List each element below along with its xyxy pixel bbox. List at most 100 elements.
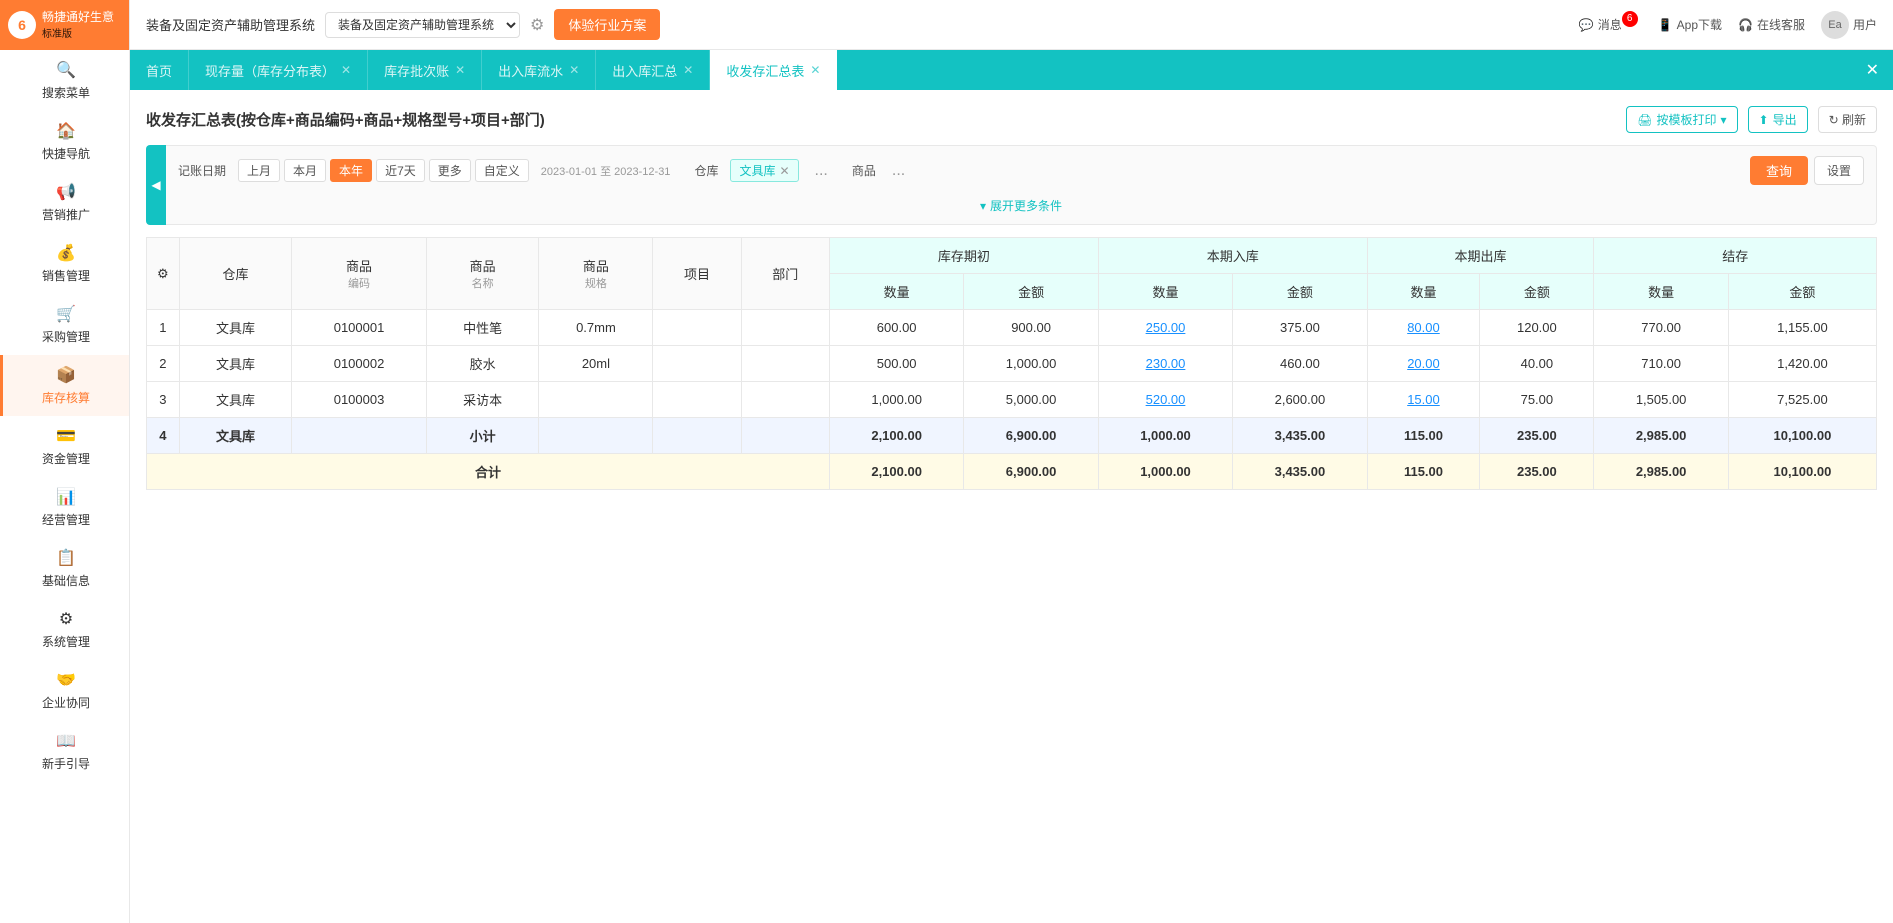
query-btn[interactable]: 查询: [1750, 156, 1808, 185]
row-in-amt: 2,600.00: [1233, 382, 1367, 418]
filter-row-1: 记账日期 上月 本月 本年 近7天 更多 自定义 2023-01-01 至 20…: [178, 156, 1864, 185]
filter-settings-btn[interactable]: 设置: [1814, 156, 1864, 185]
headset-icon: 🎧: [1738, 18, 1753, 32]
row-out-qty[interactable]: 80.00: [1367, 310, 1480, 346]
data-table: ⚙ 仓库 商品编码 商品名称 商品规格 项目 部门 库存期初 本期入库 本期出库…: [146, 237, 1877, 490]
sidebar-item-label-sales: 销售管理: [42, 267, 90, 284]
tab-close-btn-2[interactable]: ✕: [455, 63, 465, 77]
row-in-qty[interactable]: 520.00: [1098, 382, 1232, 418]
settings-icon[interactable]: ⚙: [530, 15, 544, 35]
project-col-header: 项目: [653, 238, 741, 310]
row-project: [653, 418, 741, 454]
refresh-icon: ↻: [1829, 113, 1839, 127]
settings-col-header[interactable]: ⚙: [147, 238, 180, 310]
marketing-icon: 📢: [56, 182, 76, 202]
row-out-qty[interactable]: 115.00: [1367, 418, 1480, 454]
tab-close-btn-1[interactable]: ✕: [341, 63, 351, 77]
footer-opening-amt: 6,900.00: [964, 454, 1098, 490]
close-all-tabs-btn[interactable]: ✕: [1852, 60, 1893, 80]
sidebar-item-basic[interactable]: 📋 基础信息: [0, 538, 129, 599]
sidebar-item-system[interactable]: ⚙ 系统管理: [0, 599, 129, 660]
warehouse-label: 仓库: [694, 162, 718, 179]
tabs-container: 首页现存量（库存分布表）✕库存批次账✕出入库流水✕出入库汇总✕收发存汇总表✕: [130, 50, 837, 90]
warehouse-tag-close-btn[interactable]: ✕: [779, 164, 789, 178]
tab-3[interactable]: 出入库流水✕: [482, 50, 596, 90]
filter-collapse-btn[interactable]: ◀: [146, 145, 166, 225]
refresh-btn[interactable]: ↻ 刷新: [1818, 106, 1877, 133]
export-btn[interactable]: ⬆ 导出: [1748, 106, 1808, 133]
app-download-item[interactable]: 📱 App下载: [1658, 16, 1722, 33]
online-service-item[interactable]: 🎧 在线客服: [1738, 16, 1805, 33]
row-dept: [741, 310, 829, 346]
system-title: 装备及固定资产辅助管理系统: [146, 15, 315, 34]
row-balance-qty: 710.00: [1594, 346, 1728, 382]
sidebar-item-purchase[interactable]: 🛒 采购管理: [0, 294, 129, 355]
sidebar-item-marketing[interactable]: 📢 营销推广: [0, 172, 129, 233]
sidebar-item-guide[interactable]: 📖 新手引导: [0, 721, 129, 782]
sidebar-item-label-finance: 资金管理: [42, 450, 90, 467]
date-range-display: 2023-01-01 至 2023-12-31: [541, 163, 671, 179]
warehouse-tag: 文具库 ✕: [730, 159, 798, 182]
row-goods-code: 0100001: [292, 310, 426, 346]
date-btn-more[interactable]: 更多: [429, 159, 471, 182]
sales-icon: 💰: [56, 243, 76, 263]
date-btn-custom[interactable]: 自定义: [475, 159, 529, 182]
expand-filter-btn[interactable]: ▾ 展开更多条件: [980, 197, 1062, 214]
sidebar-item-search[interactable]: 🔍 搜索菜单: [0, 50, 129, 111]
table-settings-icon[interactable]: ⚙: [157, 266, 169, 281]
opening-amt-header: 金额: [964, 274, 1098, 310]
out-group-header: 本期出库: [1367, 238, 1594, 274]
tab-close-btn-4[interactable]: ✕: [683, 63, 693, 77]
experience-btn[interactable]: 体验行业方案: [554, 9, 660, 40]
row-out-qty[interactable]: 15.00: [1367, 382, 1480, 418]
row-in-qty[interactable]: 230.00: [1098, 346, 1232, 382]
sidebar-item-finance[interactable]: 💳 资金管理: [0, 416, 129, 477]
system-selector[interactable]: 装备及固定资产辅助管理系统: [325, 12, 520, 38]
tab-2[interactable]: 库存批次账✕: [368, 50, 482, 90]
row-in-amt: 3,435.00: [1233, 418, 1367, 454]
row-in-qty[interactable]: 1,000.00: [1098, 418, 1232, 454]
phone-icon: 📱: [1658, 18, 1673, 32]
print-btn[interactable]: 🖨 按模板打印 ▾: [1626, 106, 1737, 133]
row-out-amt: 40.00: [1480, 346, 1594, 382]
message-item[interactable]: 💬 消息 6: [1579, 16, 1642, 33]
sidebar-item-quicknav[interactable]: 🏠 快捷导航: [0, 111, 129, 172]
date-btn-this-month[interactable]: 本月: [284, 159, 326, 182]
row-out-amt: 75.00: [1480, 382, 1594, 418]
row-out-qty[interactable]: 20.00: [1367, 346, 1480, 382]
goods-more-btn[interactable]: ...: [892, 162, 905, 180]
table-row: 3文具库0100003采访本1,000.005,000.00520.002,60…: [147, 382, 1877, 418]
date-btn-7days[interactable]: 近7天: [376, 159, 425, 182]
goods-code-col-header: 商品编码: [292, 238, 426, 310]
sidebar-item-operations[interactable]: 📊 经营管理: [0, 477, 129, 538]
row-balance-qty: 770.00: [1594, 310, 1728, 346]
sidebar-logo: 6 畅捷通好生意 标准版: [0, 0, 129, 50]
tab-close-btn-3[interactable]: ✕: [569, 63, 579, 77]
filter-section: ◀ 记账日期 上月 本月 本年 近7天 更多 自定义 2023-01-01 至 …: [146, 145, 1877, 225]
row-goods-spec: [539, 418, 653, 454]
tab-4[interactable]: 出入库汇总✕: [596, 50, 710, 90]
sidebar-item-label-collab: 企业协同: [42, 694, 90, 711]
date-btn-prev-month[interactable]: 上月: [238, 159, 280, 182]
tab-close-btn-5[interactable]: ✕: [810, 63, 820, 77]
message-icon: 💬: [1579, 18, 1594, 32]
sidebar-item-collab[interactable]: 🤝 企业协同: [0, 660, 129, 721]
table-row: 4文具库小计2,100.006,900.001,000.003,435.0011…: [147, 418, 1877, 454]
sidebar-item-sales[interactable]: 💰 销售管理: [0, 233, 129, 294]
balance-amt-header: 金额: [1728, 274, 1876, 310]
row-goods-name: 小计: [426, 418, 539, 454]
row-in-qty[interactable]: 250.00: [1098, 310, 1232, 346]
row-balance-amt: 7,525.00: [1728, 382, 1876, 418]
row-in-amt: 375.00: [1233, 310, 1367, 346]
page-header: 收发存汇总表(按仓库+商品编码+商品+规格型号+项目+部门) 🖨 按模板打印 ▾…: [146, 106, 1877, 133]
row-no: 2: [147, 346, 180, 382]
purchase-icon: 🛒: [56, 304, 76, 324]
opening-group-header: 库存期初: [829, 238, 1098, 274]
warehouse-more-btn[interactable]: ...: [815, 162, 828, 180]
date-btn-this-year[interactable]: 本年: [330, 159, 372, 182]
sidebar-item-inventory[interactable]: 📦 库存核算: [0, 355, 129, 416]
tab-1[interactable]: 现存量（库存分布表）✕: [189, 50, 368, 90]
user-item[interactable]: Ea 用户: [1821, 11, 1877, 39]
tab-5[interactable]: 收发存汇总表✕: [710, 50, 837, 90]
tab-0[interactable]: 首页: [130, 50, 189, 90]
